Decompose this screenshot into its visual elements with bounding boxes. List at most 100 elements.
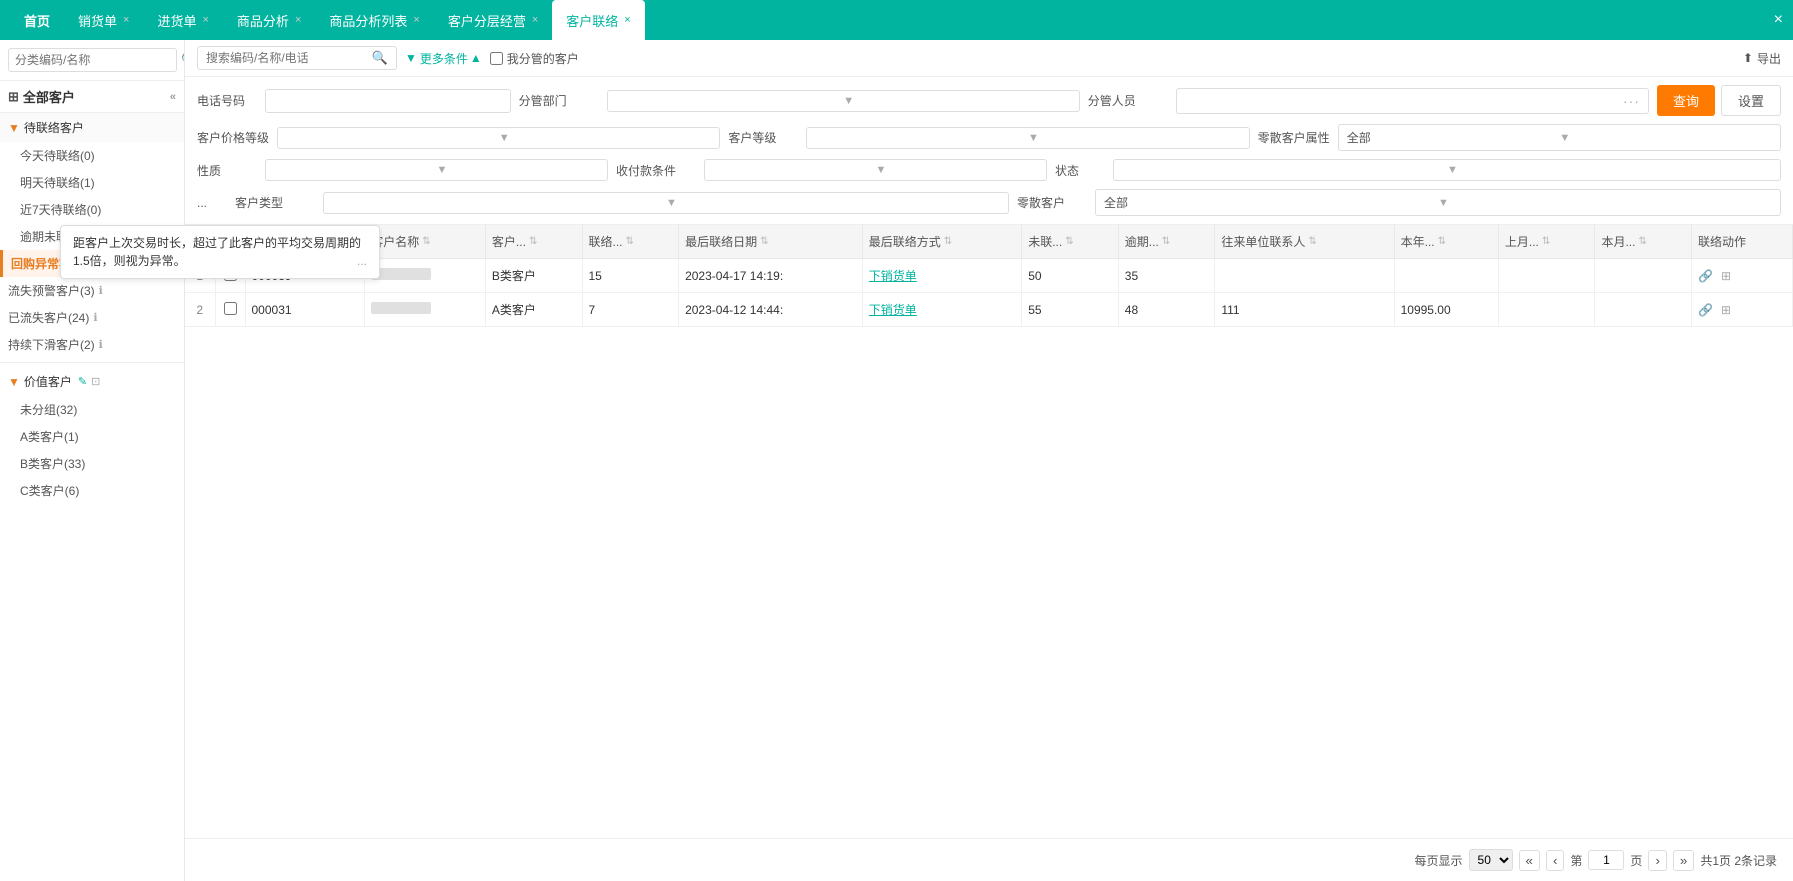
th-contact-person: 往来单位联系人 ⇅ (1215, 225, 1394, 259)
settings-btn[interactable]: 设置 (1721, 85, 1781, 116)
sort-icon-year[interactable]: ⇅ (1438, 236, 1446, 247)
person-input[interactable] (1185, 94, 1623, 108)
table-row: 2 000031 A类客户 7 2023-04-12 14:44: 下销货单 5… (185, 293, 1793, 327)
sidebar-value-group[interactable]: ▼ 价值客户 ✎ ⊡ (0, 367, 184, 396)
customer-table: ⚙ 客户编码 ⇅ 客户名称 ⇅ (185, 225, 1793, 327)
sidebar-item-7days[interactable]: 近7天待联络(0) (0, 196, 184, 223)
person-field[interactable]: ··· (1176, 88, 1649, 114)
sort-icon-date[interactable]: ⇅ (760, 236, 768, 247)
nav-product-list-close[interactable]: × (413, 14, 419, 26)
sidebar-item-churn-warning[interactable]: 流失预警客户(3) ℹ (0, 277, 184, 304)
dept-select[interactable]: ▼ (607, 90, 1080, 112)
retail-label: 零散客户 (1017, 194, 1087, 211)
sort-icon-unlinked[interactable]: ⇅ (1065, 236, 1073, 247)
adv-filter-row3: 性质 ▼ 收付款条件 ▼ 状态 ▼ (197, 159, 1781, 181)
my-customers-filter[interactable]: 我分管的客户 (490, 50, 579, 67)
chevron-up-icon: ▲ (470, 51, 482, 65)
sidebar-item-b-class[interactable]: B类客户(33) (0, 450, 184, 477)
nav-product-analysis-close[interactable]: × (295, 14, 301, 26)
table-row: 1 000039 B类客户 15 2023-04-17 14:19: 下销货单 … (185, 259, 1793, 293)
sort-icon-method[interactable]: ⇅ (944, 236, 952, 247)
row2-grid-icon[interactable]: ⊞ (1721, 303, 1731, 317)
sidebar-search-input[interactable] (8, 48, 177, 72)
current-page-input[interactable] (1588, 850, 1624, 870)
top-nav: 首页 销货单 × 进货单 × 商品分析 × 商品分析列表 × 客户分层经营 × … (0, 0, 1793, 40)
more-icon[interactable]: ··· (1623, 93, 1640, 109)
row2-code: 000031 (245, 293, 365, 327)
row1-name[interactable] (365, 259, 486, 293)
sidebar-item-c-class[interactable]: C类客户(6) (0, 477, 184, 504)
sidebar-group-pending-header[interactable]: ▼ 待联络客户 (0, 113, 184, 142)
dept-chevron-icon: ▼ (843, 95, 1071, 107)
nav-purchase-close[interactable]: × (202, 14, 208, 26)
export-btn[interactable]: ⬆ 导出 (1743, 50, 1781, 67)
nav-customer-seg[interactable]: 客户分层经营 × (434, 0, 552, 40)
next-page-btn[interactable]: › (1648, 850, 1666, 871)
retail-chevron-icon: ▼ (1438, 197, 1772, 209)
row2-this-year: 10995.00 (1394, 293, 1498, 327)
adv-filter-area: 电话号码 分管部门 ▼ 分管人员 ··· 查询 设置 (185, 77, 1793, 225)
price-level-select[interactable]: ▼ (277, 127, 720, 149)
nav-sales[interactable]: 销货单 × (64, 0, 143, 40)
nav-product-analysis[interactable]: 商品分析 × (223, 0, 315, 40)
gender-chevron-icon: ▼ (437, 164, 600, 176)
sort-icon-overdue[interactable]: ⇅ (1162, 236, 1170, 247)
nav-customer-seg-close[interactable]: × (532, 14, 538, 26)
sidebar-item-ungroup[interactable]: 未分组(32) (0, 396, 184, 423)
more-dots-label[interactable]: ... (197, 196, 227, 210)
edit-icon[interactable]: ✎ (78, 375, 87, 388)
sidebar-item-tomorrow[interactable]: 明天待联络(1) (0, 169, 184, 196)
prev-page-btn[interactable]: ‹ (1546, 850, 1564, 871)
row2-name[interactable] (365, 293, 486, 327)
copy-icon[interactable]: ⊡ (91, 375, 100, 388)
sort-icon-name[interactable]: ⇅ (422, 236, 430, 247)
sort-icon-person[interactable]: ⇅ (1308, 236, 1316, 247)
nav-sales-close[interactable]: × (123, 14, 129, 26)
table-area: ⚙ 客户编码 ⇅ 客户名称 ⇅ (185, 225, 1793, 838)
row1-last-method[interactable]: 下销货单 (862, 259, 1021, 293)
nav-customer-contact-close[interactable]: × (624, 14, 630, 26)
first-page-btn[interactable]: « (1519, 850, 1540, 871)
payment-select[interactable]: ▼ (704, 159, 1047, 181)
sidebar-collapse-btn[interactable]: « (170, 91, 176, 103)
page-size-select[interactable]: 50 (1469, 849, 1513, 871)
gender-select[interactable]: ▼ (265, 159, 608, 181)
tooltip-dots[interactable]: ... (357, 252, 367, 270)
sidebar-item-declining[interactable]: 持续下滑客户(2) ℹ (0, 331, 184, 358)
th-name: 客户名称 ⇅ (365, 225, 486, 259)
nav-customer-contact[interactable]: 客户联络 × (552, 0, 644, 40)
row2-last-method[interactable]: 下销货单 (862, 293, 1021, 327)
sort-icon-count[interactable]: ⇅ (626, 236, 634, 247)
status-select[interactable]: ▼ (1113, 159, 1781, 181)
sort-icon-this-month[interactable]: ⇅ (1638, 236, 1646, 247)
phone-input[interactable] (274, 94, 502, 108)
retail-select[interactable]: 全部 ▼ (1095, 189, 1781, 216)
cust-type-select[interactable]: ▼ (323, 192, 1009, 214)
phone-field[interactable] (265, 89, 511, 113)
row2-last-date: 2023-04-12 14:44: (679, 293, 863, 327)
retail-attr-select[interactable]: 全部 ▼ (1338, 124, 1781, 151)
query-btn[interactable]: 查询 (1657, 85, 1715, 116)
row1-link-icon[interactable]: 🔗 (1698, 269, 1713, 283)
sort-icon-type[interactable]: ⇅ (529, 236, 537, 247)
last-page-btn[interactable]: » (1673, 850, 1694, 871)
nav-purchase[interactable]: 进货单 × (143, 0, 222, 40)
sort-icon-last-month[interactable]: ⇅ (1542, 236, 1550, 247)
sidebar-item-today[interactable]: 今天待联络(0) (0, 142, 184, 169)
th-this-month: 本月... ⇅ (1595, 225, 1692, 259)
row1-grid-icon[interactable]: ⊞ (1721, 269, 1731, 283)
page-label: 第 (1570, 852, 1582, 869)
cust-level-select[interactable]: ▼ (806, 127, 1249, 149)
my-customers-checkbox[interactable] (490, 52, 503, 65)
search-icon[interactable]: 🔍 (372, 50, 388, 66)
close-window-btn[interactable]: × (1774, 11, 1783, 29)
sidebar-item-a-class[interactable]: A类客户(1) (0, 423, 184, 450)
row2-link-icon[interactable]: 🔗 (1698, 303, 1713, 317)
row2-checkbox[interactable] (215, 293, 245, 327)
row2-contact-count: 7 (582, 293, 679, 327)
search-input[interactable] (206, 51, 372, 65)
nav-home[interactable]: 首页 (10, 0, 64, 40)
nav-product-list[interactable]: 商品分析列表 × (315, 0, 433, 40)
more-filters-btn[interactable]: ▼ 更多条件 ▲ (405, 50, 482, 67)
sidebar-item-churned[interactable]: 已流失客户(24) ℹ (0, 304, 184, 331)
